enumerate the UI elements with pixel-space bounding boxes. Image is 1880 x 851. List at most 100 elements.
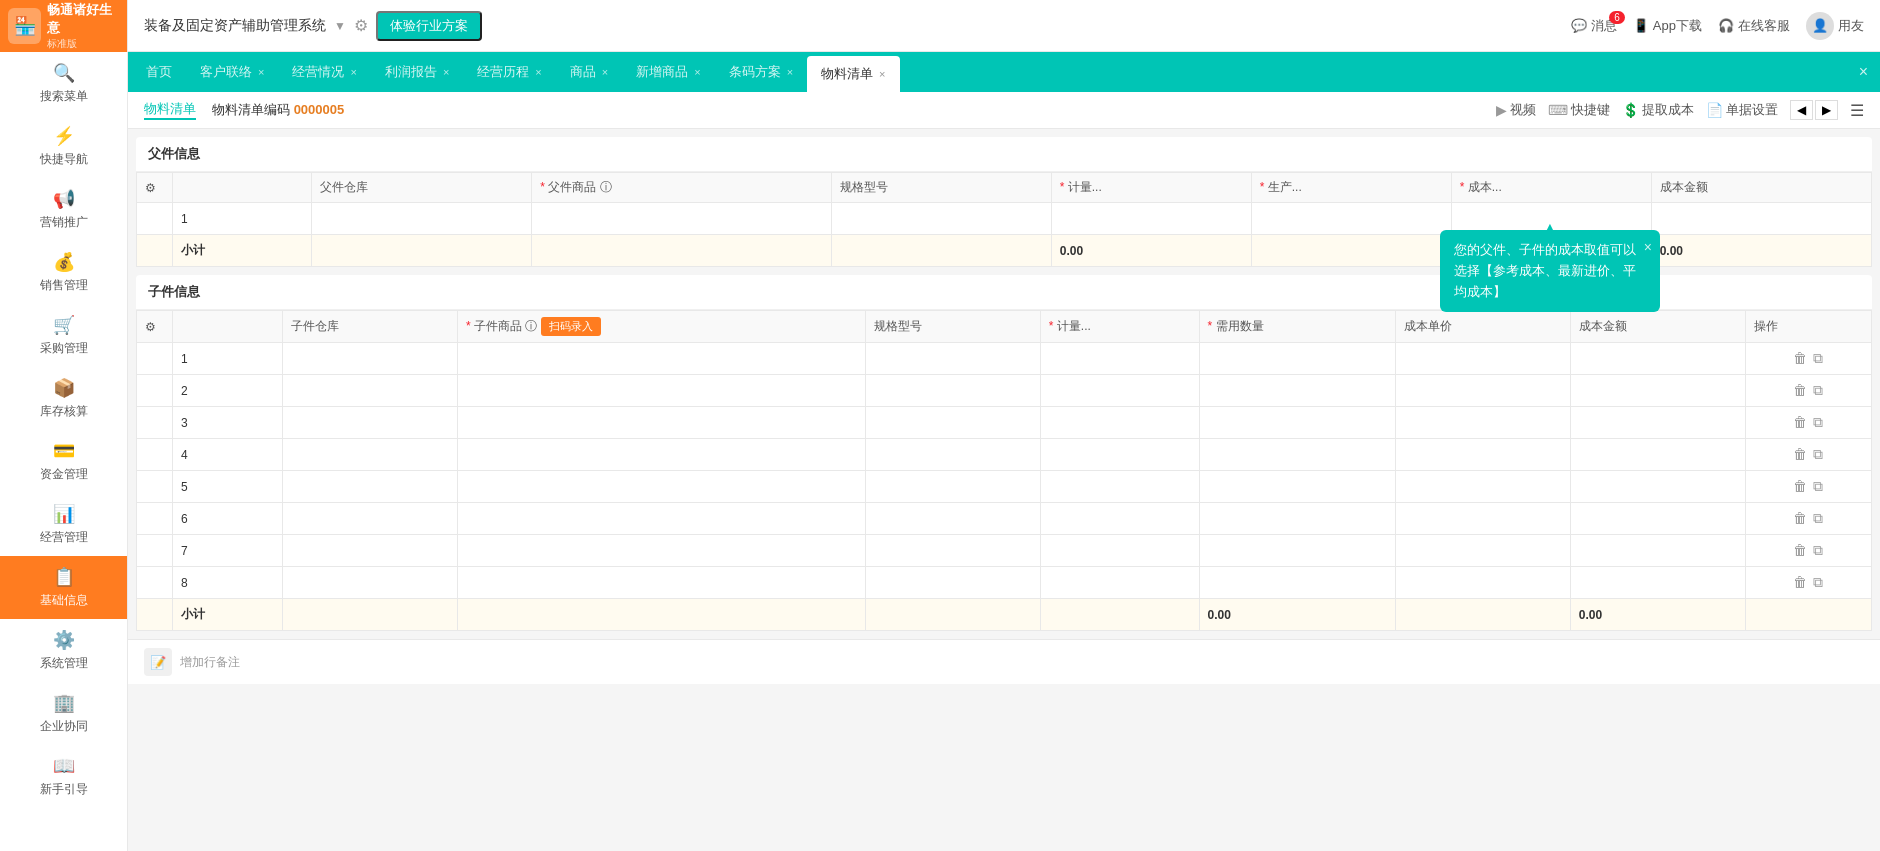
child-row1-quantity[interactable]	[1199, 343, 1395, 375]
parent-col-warehouse: 父件仓库	[311, 173, 531, 203]
scan-button[interactable]: 扫码录入	[541, 317, 601, 336]
copy-icon[interactable]: ⧉	[1813, 446, 1823, 463]
sidebar-item-label: 销售管理	[40, 277, 88, 294]
child-subtotal-value1: 0.00	[1199, 599, 1395, 631]
delete-icon[interactable]: 🗑	[1793, 382, 1807, 399]
parent-row1-unit[interactable]	[1051, 203, 1251, 235]
sidebar-item-finance[interactable]: 💳 资金管理	[0, 430, 127, 493]
online-service-button[interactable]: 🎧 在线客服	[1718, 17, 1790, 35]
child-col-cost-amount: 成本金额	[1570, 311, 1745, 343]
add-row-button[interactable]: 📝	[144, 648, 172, 676]
delete-icon[interactable]: 🗑	[1793, 414, 1807, 431]
sidebar-item-operations[interactable]: 📊 经营管理	[0, 493, 127, 556]
extract-cost-action[interactable]: 💲 提取成本	[1622, 101, 1694, 119]
tab-operations-history[interactable]: 经营历程 ×	[463, 52, 555, 92]
child-row1-spec[interactable]	[866, 343, 1041, 375]
delete-icon[interactable]: 🗑	[1793, 542, 1807, 559]
tab-barcode[interactable]: 条码方案 ×	[715, 52, 807, 92]
tab-new-goods-close[interactable]: ×	[694, 66, 700, 78]
child-row1-unit-cost[interactable]	[1395, 343, 1570, 375]
child-col-goods: * 子件商品 ⓘ 扫码录入	[458, 311, 866, 343]
child-row1-goods[interactable]	[458, 343, 866, 375]
tab-operations-status-close[interactable]: ×	[350, 66, 356, 78]
content-inner: 物料清单 物料清单编码 0000005 ▶ 视频 ⌨ 快捷键 💲 提取	[128, 92, 1880, 684]
tab-operations-history-label: 经营历程	[477, 63, 529, 81]
child-col-spec: 规格型号	[866, 311, 1041, 343]
code-value: 0000005	[294, 102, 345, 117]
close-all-tabs[interactable]: ×	[1851, 63, 1876, 81]
sidebar-item-inventory[interactable]: 📦 库存核算	[0, 367, 127, 430]
tab-customer[interactable]: 客户联络 ×	[186, 52, 278, 92]
parent-col-settings[interactable]: ⚙	[137, 173, 173, 203]
child-row1-unit[interactable]	[1040, 343, 1199, 375]
sidebar-item-purchase[interactable]: 🛒 采购管理	[0, 304, 127, 367]
tab-goods[interactable]: 商品 ×	[556, 52, 622, 92]
delete-icon[interactable]: 🗑	[1793, 574, 1807, 591]
parent-row1-production[interactable]	[1251, 203, 1451, 235]
copy-icon[interactable]: ⧉	[1813, 478, 1823, 495]
user-menu[interactable]: 👤 用友	[1806, 12, 1864, 40]
tab-goods-close[interactable]: ×	[602, 66, 608, 78]
parent-row1-goods[interactable]	[532, 203, 831, 235]
copy-icon[interactable]: ⧉	[1813, 574, 1823, 591]
sidebar-item-search[interactable]: 🔍 搜索菜单	[0, 52, 127, 115]
sub-tab-material-list[interactable]: 物料清单	[144, 100, 196, 120]
shortcut-label: 快捷键	[1571, 101, 1610, 119]
copy-icon[interactable]: ⧉	[1813, 542, 1823, 559]
tab-material-list-close[interactable]: ×	[879, 68, 885, 80]
delete-icon[interactable]: 🗑	[1793, 350, 1807, 367]
settings-icon[interactable]: ⚙	[354, 16, 368, 35]
tab-profit-report[interactable]: 利润报告 ×	[371, 52, 463, 92]
parent-row1-spec[interactable]	[831, 203, 1051, 235]
child-subtotal-row: 小计 0.00 0.00	[137, 599, 1872, 631]
shortcut-action[interactable]: ⌨ 快捷键	[1548, 101, 1610, 119]
grid-view-icon[interactable]: ☰	[1850, 101, 1864, 120]
extract-cost-label: 提取成本	[1642, 101, 1694, 119]
copy-icon[interactable]: ⧉	[1813, 414, 1823, 431]
sidebar-item-guide[interactable]: 📖 新手引导	[0, 745, 127, 808]
tab-customer-close[interactable]: ×	[258, 66, 264, 78]
message-button[interactable]: 💬 消息 6	[1571, 17, 1617, 35]
sidebar-item-quick-nav[interactable]: ⚡ 快捷导航	[0, 115, 127, 178]
tab-operations-status[interactable]: 经营情况 ×	[278, 52, 370, 92]
delete-icon[interactable]: 🗑	[1793, 478, 1807, 495]
bottom-bar: 📝 增加行备注	[128, 639, 1880, 684]
sidebar-item-sales[interactable]: 💰 销售管理	[0, 241, 127, 304]
parent-row1-warehouse[interactable]	[311, 203, 531, 235]
sidebar-item-label: 搜索菜单	[40, 88, 88, 105]
delete-icon[interactable]: 🗑	[1793, 446, 1807, 463]
tooltip-close-button[interactable]: ×	[1644, 236, 1652, 258]
video-action[interactable]: ▶ 视频	[1496, 101, 1536, 119]
message-badge: 6	[1609, 11, 1625, 24]
sidebar-item-base-info[interactable]: 📋 基础信息	[0, 556, 127, 619]
tab-profit-report-close[interactable]: ×	[443, 66, 449, 78]
child-row1-actions: 🗑 ⧉	[1745, 343, 1871, 375]
table-row: 5 🗑 ⧉	[137, 471, 1872, 503]
sidebar-item-marketing[interactable]: 📢 营销推广	[0, 178, 127, 241]
copy-icon[interactable]: ⧉	[1813, 350, 1823, 367]
sidebar-item-system[interactable]: ⚙️ 系统管理	[0, 619, 127, 682]
tab-operations-history-close[interactable]: ×	[535, 66, 541, 78]
child-table: ⚙ 子件仓库 * 子件商品 ⓘ 扫码录入 规格型号 * 计量... * 需用数量…	[136, 310, 1872, 631]
tab-new-goods[interactable]: 新增商品 ×	[622, 52, 714, 92]
delete-icon[interactable]: 🗑	[1793, 510, 1807, 527]
tab-barcode-close[interactable]: ×	[787, 66, 793, 78]
copy-icon[interactable]: ⧉	[1813, 510, 1823, 527]
parent-subtotal-empty1	[311, 235, 531, 267]
gear-icon: ⚙️	[53, 629, 75, 651]
parent-table-header: ⚙ 父件仓库 * 父件商品 ⓘ 规格型号 * 计量... * 生产... * 成…	[137, 173, 1872, 203]
document-settings-action[interactable]: 📄 单据设置	[1706, 101, 1778, 119]
child-row1-warehouse[interactable]	[283, 343, 458, 375]
child-col-settings[interactable]: ⚙	[137, 311, 173, 343]
nav-next-button[interactable]: ▶	[1815, 100, 1838, 120]
app-download-label: App下载	[1653, 17, 1702, 35]
building-icon: 🏢	[53, 692, 75, 714]
app-download-button[interactable]: 📱 App下载	[1633, 17, 1702, 35]
sidebar-item-enterprise[interactable]: 🏢 企业协同	[0, 682, 127, 745]
copy-icon[interactable]: ⧉	[1813, 382, 1823, 399]
tab-material-list[interactable]: 物料清单 ×	[807, 56, 899, 92]
trial-button[interactable]: 体验行业方案	[376, 11, 482, 41]
sidebar-item-label: 基础信息	[40, 592, 88, 609]
tab-home[interactable]: 首页	[132, 52, 186, 92]
nav-prev-button[interactable]: ◀	[1790, 100, 1813, 120]
